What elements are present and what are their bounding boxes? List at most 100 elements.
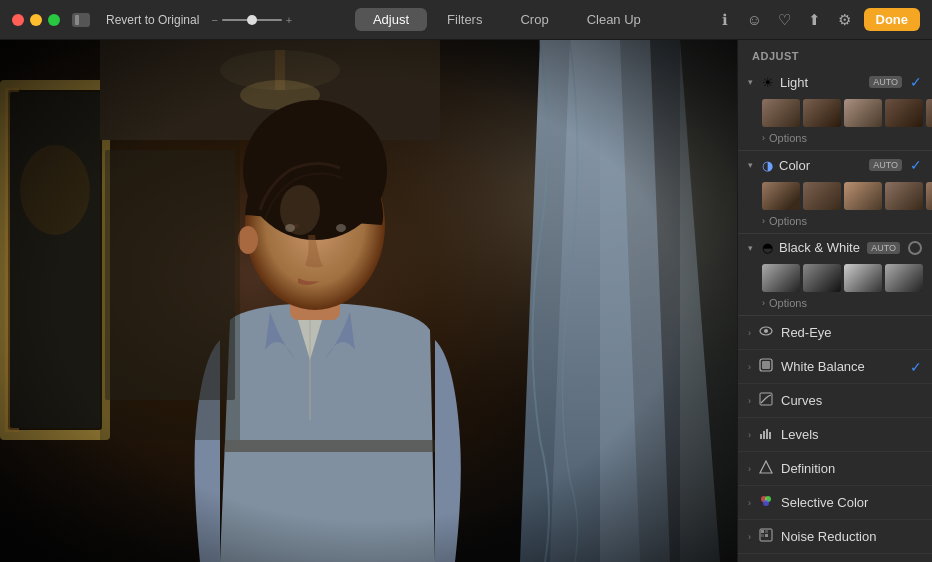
sidebar-header: ADJUST <box>738 40 932 68</box>
nav-tabs: Adjust Filters Crop Clean Up <box>308 8 705 31</box>
traffic-lights <box>12 14 60 26</box>
white-balance-icon <box>757 358 775 375</box>
info-button[interactable]: ℹ <box>714 9 736 31</box>
svg-point-33 <box>764 329 768 333</box>
noise-reduction-expand: › <box>748 532 751 542</box>
bw-options-chevron: › <box>762 298 765 308</box>
section-color: ▾ ◑ Color AUTO ✓ › Options <box>738 151 932 234</box>
row-noise-reduction[interactable]: › Noise Reduction <box>738 520 932 554</box>
section-color-header[interactable]: ▾ ◑ Color AUTO ✓ <box>738 151 932 179</box>
svg-rect-1 <box>80 15 87 25</box>
close-button[interactable] <box>12 14 24 26</box>
done-button[interactable]: Done <box>864 8 921 31</box>
photo-area <box>0 40 737 562</box>
color-chevron: ▾ <box>748 160 758 170</box>
color-options-label: Options <box>769 215 807 227</box>
bw-thumb-3[interactable] <box>844 264 882 292</box>
bw-circle <box>908 241 922 255</box>
color-thumb-3[interactable] <box>844 182 882 210</box>
bw-thumb-4[interactable] <box>885 264 923 292</box>
titlebar-right: ℹ ☺ ♡ ⬆ ⚙ Done <box>714 8 921 31</box>
sidebar-toggle[interactable] <box>72 13 90 27</box>
color-label: Color <box>779 158 865 173</box>
bw-thumb-1[interactable] <box>762 264 800 292</box>
color-thumb-1[interactable] <box>762 182 800 210</box>
light-chevron: ▾ <box>748 77 758 87</box>
white-balance-expand: › <box>748 362 751 372</box>
row-selective-color[interactable]: › Selective Color <box>738 486 932 520</box>
light-thumb-5[interactable] <box>926 99 932 127</box>
svg-rect-35 <box>762 361 770 369</box>
definition-expand: › <box>748 464 751 474</box>
levels-icon <box>757 426 775 443</box>
bw-label: Black & White <box>779 240 863 255</box>
emoji-button[interactable]: ☺ <box>744 9 766 31</box>
light-thumb-3[interactable] <box>844 99 882 127</box>
fullscreen-button[interactable] <box>48 14 60 26</box>
tab-adjust[interactable]: Adjust <box>355 8 427 31</box>
selective-color-icon <box>757 494 775 511</box>
svg-rect-0 <box>75 15 79 25</box>
row-sharpen[interactable]: › Sharpen <box>738 554 932 562</box>
white-balance-label: White Balance <box>781 359 904 374</box>
red-eye-icon <box>757 324 775 341</box>
definition-icon <box>757 460 775 477</box>
light-options-label: Options <box>769 132 807 144</box>
bw-icon: ◓ <box>762 240 773 255</box>
tab-crop[interactable]: Crop <box>502 8 566 31</box>
gear-button[interactable]: ⚙ <box>834 9 856 31</box>
svg-rect-38 <box>763 431 765 439</box>
minimize-button[interactable] <box>30 14 42 26</box>
color-icon: ◑ <box>762 158 773 173</box>
red-eye-expand: › <box>748 328 751 338</box>
revert-button[interactable]: Revert to Original <box>106 13 199 27</box>
curves-icon <box>757 392 775 409</box>
row-white-balance[interactable]: › White Balance ✓ <box>738 350 932 384</box>
row-curves[interactable]: › Curves <box>738 384 932 418</box>
heart-button[interactable]: ♡ <box>774 9 796 31</box>
share-button[interactable]: ⬆ <box>804 9 826 31</box>
color-auto-badge: AUTO <box>869 159 902 171</box>
zoom-slider[interactable]: − + <box>211 14 292 26</box>
white-balance-check: ✓ <box>910 359 922 375</box>
sidebar: ADJUST ▾ ☀ Light AUTO ✓ › Options <box>737 40 932 562</box>
noise-reduction-label: Noise Reduction <box>781 529 922 544</box>
color-thumb-2[interactable] <box>803 182 841 210</box>
light-options[interactable]: › Options <box>738 130 932 150</box>
section-bw-header[interactable]: ▾ ◓ Black & White AUTO <box>738 234 932 261</box>
tab-filters[interactable]: Filters <box>429 8 500 31</box>
definition-label: Definition <box>781 461 922 476</box>
light-options-chevron: › <box>762 133 765 143</box>
row-red-eye[interactable]: › Red-Eye <box>738 316 932 350</box>
color-options-chevron: › <box>762 216 765 226</box>
levels-label: Levels <box>781 427 922 442</box>
color-options[interactable]: › Options <box>738 213 932 233</box>
color-thumb-4[interactable] <box>885 182 923 210</box>
row-levels[interactable]: › Levels <box>738 418 932 452</box>
tab-cleanup[interactable]: Clean Up <box>569 8 659 31</box>
window-controls <box>72 13 90 27</box>
light-check: ✓ <box>910 74 922 90</box>
light-thumb-4[interactable] <box>885 99 923 127</box>
light-thumb-2[interactable] <box>803 99 841 127</box>
selective-color-expand: › <box>748 498 751 508</box>
row-definition[interactable]: › Definition <box>738 452 932 486</box>
section-light-header[interactable]: ▾ ☀ Light AUTO ✓ <box>738 68 932 96</box>
svg-rect-48 <box>761 534 764 537</box>
bw-options[interactable]: › Options <box>738 295 932 315</box>
color-check: ✓ <box>910 157 922 173</box>
svg-rect-37 <box>760 434 762 439</box>
color-thumb-5[interactable] <box>926 182 932 210</box>
noise-reduction-icon <box>757 528 775 545</box>
section-bw: ▾ ◓ Black & White AUTO › Options <box>738 234 932 316</box>
levels-expand: › <box>748 430 751 440</box>
light-thumbnails <box>738 96 932 130</box>
bw-chevron: ▾ <box>748 243 758 253</box>
bw-thumb-2[interactable] <box>803 264 841 292</box>
curves-label: Curves <box>781 393 922 408</box>
bw-auto-badge: AUTO <box>867 242 900 254</box>
selective-color-label: Selective Color <box>781 495 922 510</box>
light-thumb-1[interactable] <box>762 99 800 127</box>
svg-rect-49 <box>765 534 768 537</box>
titlebar: Revert to Original − + Adjust Filters Cr… <box>0 0 932 40</box>
